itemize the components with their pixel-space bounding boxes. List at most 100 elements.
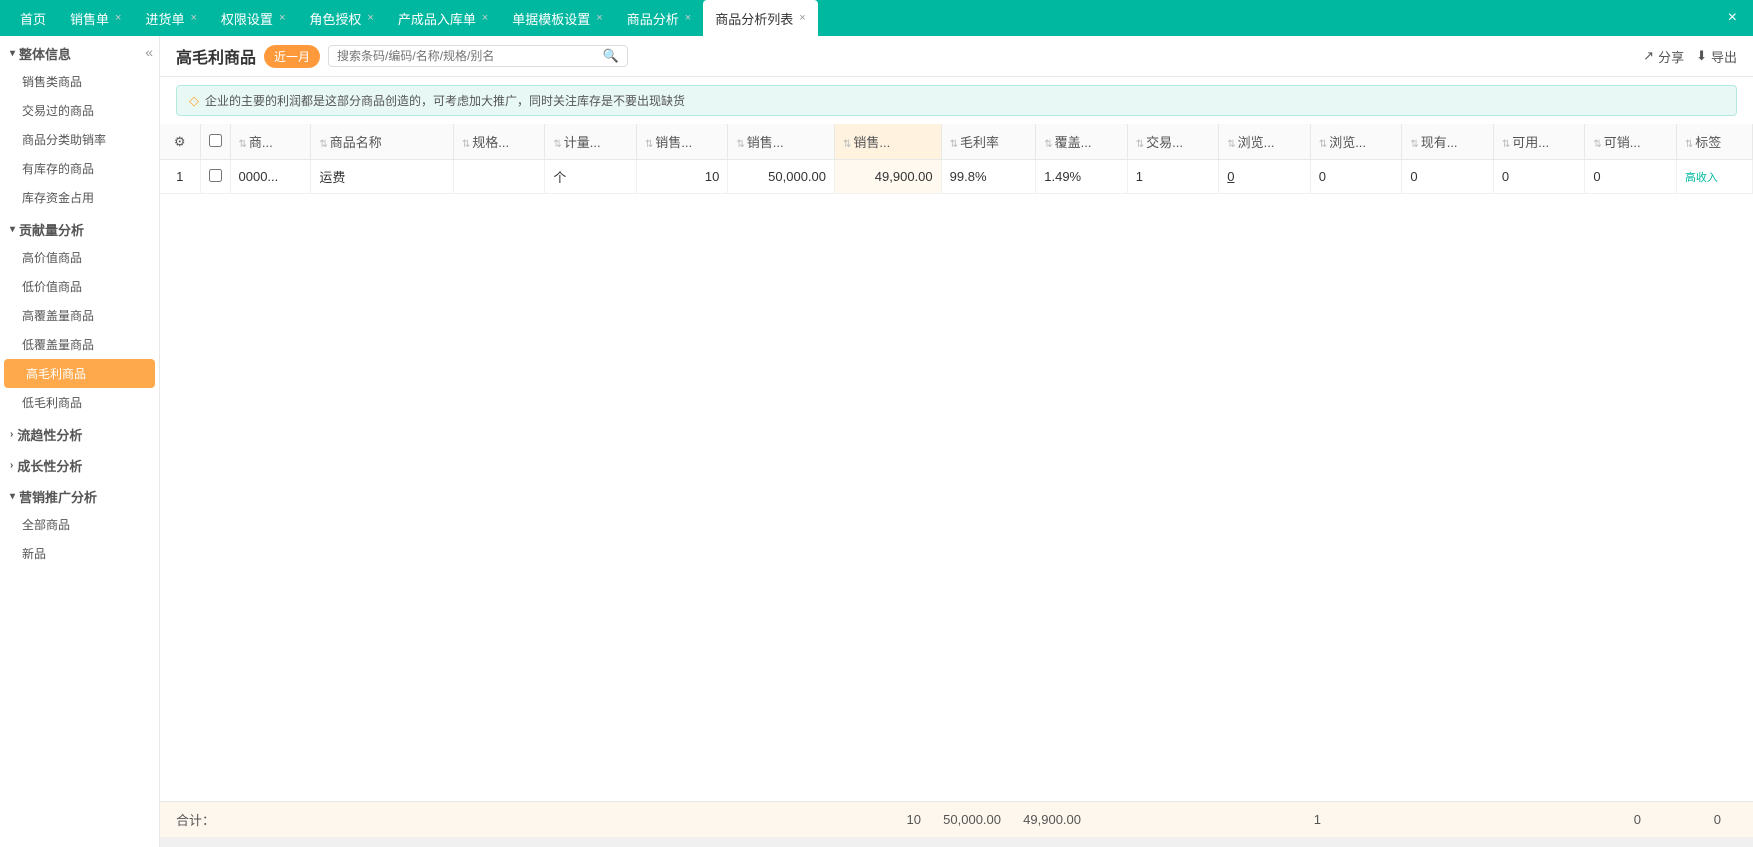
sidebar-item-traded-goods[interactable]: 交易过的商品	[0, 96, 159, 125]
cell-spec	[453, 160, 545, 194]
nav-purchase[interactable]: 进货单 ×	[133, 0, 208, 36]
cell-checkbox[interactable]	[200, 160, 230, 194]
sidebar-item-stock-capital[interactable]: 库存资金占用	[0, 183, 159, 212]
col-settings[interactable]: ⚙	[160, 124, 200, 160]
sidebar-group-trend[interactable]: › 流趋性分析	[0, 417, 159, 448]
sidebar-item-low-margin[interactable]: 低毛利商品	[0, 388, 159, 417]
nav-role[interactable]: 角色授权 ×	[297, 0, 385, 36]
col-view1-header[interactable]: ⇅浏览...	[1219, 124, 1311, 160]
cell-transaction: 1	[1127, 160, 1219, 194]
nav-goods-analysis-list[interactable]: 商品分析列表 ×	[703, 0, 817, 36]
header-actions: ↗ 分享 ⬇ 导出	[1643, 47, 1737, 66]
footer-sales-qty: 10	[857, 812, 937, 827]
col-unit-header[interactable]: ⇅计量...	[545, 124, 637, 160]
info-banner: ◇ 企业的主要的利润都是这部分商品创造的，可考虑加大推广，同时关注库存是不要出现…	[176, 85, 1737, 116]
footer-transaction: 1	[1257, 812, 1337, 827]
cell-tag: 高收入	[1676, 160, 1752, 194]
sidebar-group-overall[interactable]: ▾ 整体信息	[0, 36, 159, 67]
sidebar-item-all-goods[interactable]: 全部商品	[0, 510, 159, 539]
sidebar-item-sales-goods[interactable]: 销售类商品	[0, 67, 159, 96]
sidebar-collapse-button[interactable]: «	[145, 44, 153, 60]
sidebar-group-growth[interactable]: › 成长性分析	[0, 448, 159, 479]
col-sales-profit-header[interactable]: ⇅销售...	[835, 124, 942, 160]
nav-role-close[interactable]: ×	[367, 12, 373, 24]
sidebar-group-contribution[interactable]: ▾ 贡献量分析	[0, 212, 159, 243]
cell-code: 0000...	[230, 160, 311, 194]
col-coverage-header[interactable]: ⇅覆盖...	[1036, 124, 1128, 160]
sidebar-item-high-value[interactable]: 高价值商品	[0, 243, 159, 272]
cell-stock-sale: 0	[1585, 160, 1677, 194]
sidebar-item-new-goods[interactable]: 新品	[0, 539, 159, 568]
search-icon[interactable]: 🔍	[603, 48, 619, 64]
info-icon: ◇	[189, 93, 199, 109]
footer-sales-profit: 49,900.00	[1017, 812, 1097, 827]
col-transaction-header[interactable]: ⇅交易...	[1127, 124, 1219, 160]
nav-home[interactable]: 首页	[8, 0, 58, 36]
share-icon: ↗	[1643, 48, 1654, 64]
row-checkbox[interactable]	[209, 169, 222, 182]
sidebar-item-high-coverage[interactable]: 高覆盖量商品	[0, 301, 159, 330]
cell-stock-avail: 0	[1493, 160, 1585, 194]
export-icon: ⬇	[1696, 48, 1707, 64]
col-tag-header[interactable]: ⇅标签	[1676, 124, 1752, 160]
sidebar-item-category-rate[interactable]: 商品分类助销率	[0, 125, 159, 154]
cell-index: 1	[160, 160, 200, 194]
select-all-checkbox[interactable]	[209, 134, 222, 147]
nav-goods-analysis-close[interactable]: ×	[685, 12, 691, 24]
col-spec-header[interactable]: ⇅规格...	[453, 124, 545, 160]
nav-sales[interactable]: 销售单 ×	[58, 0, 133, 36]
table-header-row: ⚙ ⇅商... ⇅商品名称 ⇅规格... ⇅计量... ⇅销售... ⇅销售..…	[160, 124, 1753, 160]
top-navbar: 首页 销售单 × 进货单 × 权限设置 × 角色授权 × 产成品入库单 × 单据…	[0, 0, 1753, 36]
cell-sales-qty: 10	[636, 160, 728, 194]
col-sales-amount-header[interactable]: ⇅销售...	[728, 124, 835, 160]
nav-sales-close[interactable]: ×	[115, 12, 121, 24]
sidebar-group-trend-arrow: ›	[10, 429, 13, 440]
table-row: 1 0000... 运费 个 10 50,000.00 49,900.00 99…	[160, 160, 1753, 194]
sidebar-item-low-coverage[interactable]: 低覆盖量商品	[0, 330, 159, 359]
nav-product-in-close[interactable]: ×	[482, 12, 488, 24]
nav-goods-analysis[interactable]: 商品分析 ×	[615, 0, 703, 36]
nav-permission[interactable]: 权限设置 ×	[209, 0, 297, 36]
sidebar: « ▾ 整体信息 销售类商品 交易过的商品 商品分类助销率 有库存的商品 库存资…	[0, 36, 160, 847]
col-sales-qty-header[interactable]: ⇅销售...	[636, 124, 728, 160]
sidebar-item-low-value[interactable]: 低价值商品	[0, 272, 159, 301]
footer-sales-amount: 50,000.00	[937, 812, 1017, 827]
sidebar-group-marketing[interactable]: ▾ 营销推广分析	[0, 479, 159, 510]
filter-period-button[interactable]: 近一月	[264, 45, 320, 68]
sidebar-item-in-stock-goods[interactable]: 有库存的商品	[0, 154, 159, 183]
nav-close-all-button[interactable]: ×	[1720, 9, 1745, 27]
col-name-header[interactable]: ⇅商品名称	[311, 124, 453, 160]
nav-goods-analysis-list-close[interactable]: ×	[799, 12, 805, 24]
cell-stock-cur: 0	[1402, 160, 1494, 194]
search-box: 🔍	[328, 45, 628, 67]
sidebar-group-marketing-arrow: ▾	[10, 491, 15, 502]
col-stock-avail-header[interactable]: ⇅可用...	[1493, 124, 1585, 160]
bottom-scrollbar[interactable]	[160, 837, 1753, 847]
cell-sales-amount: 50,000.00	[728, 160, 835, 194]
goods-table: ⚙ ⇅商... ⇅商品名称 ⇅规格... ⇅计量... ⇅销售... ⇅销售..…	[160, 124, 1753, 194]
nav-permission-close[interactable]: ×	[279, 12, 285, 24]
search-input[interactable]	[337, 49, 603, 63]
nav-purchase-close[interactable]: ×	[190, 12, 196, 24]
cell-gross-rate: 99.8%	[941, 160, 1036, 194]
sidebar-group-growth-arrow: ›	[10, 460, 13, 471]
col-gross-rate-header[interactable]: ⇅毛利率	[941, 124, 1036, 160]
nav-product-in[interactable]: 产成品入库单 ×	[386, 0, 500, 36]
nav-template-close[interactable]: ×	[596, 12, 602, 24]
col-checkbox-header[interactable]	[200, 124, 230, 160]
page-title: 高毛利商品	[176, 44, 256, 68]
nav-template[interactable]: 单据模板设置 ×	[500, 0, 614, 36]
footer-label: 合计：	[176, 810, 215, 829]
cell-coverage: 1.49%	[1036, 160, 1128, 194]
col-view2-header[interactable]: ⇅浏览...	[1310, 124, 1402, 160]
cell-view2: 0	[1310, 160, 1402, 194]
export-button[interactable]: ⬇ 导出	[1696, 47, 1737, 66]
col-stock-sale-header[interactable]: ⇅可销...	[1585, 124, 1677, 160]
share-button[interactable]: ↗ 分享	[1643, 47, 1684, 66]
content-header: 高毛利商品 近一月 🔍 ↗ 分享 ⬇ 导出	[160, 36, 1753, 77]
sidebar-item-high-margin[interactable]: 高毛利商品	[4, 359, 155, 388]
cell-view1[interactable]: 0	[1219, 160, 1311, 194]
cell-sales-profit: 49,900.00	[835, 160, 942, 194]
col-code-header[interactable]: ⇅商...	[230, 124, 311, 160]
col-stock-cur-header[interactable]: ⇅现有...	[1402, 124, 1494, 160]
